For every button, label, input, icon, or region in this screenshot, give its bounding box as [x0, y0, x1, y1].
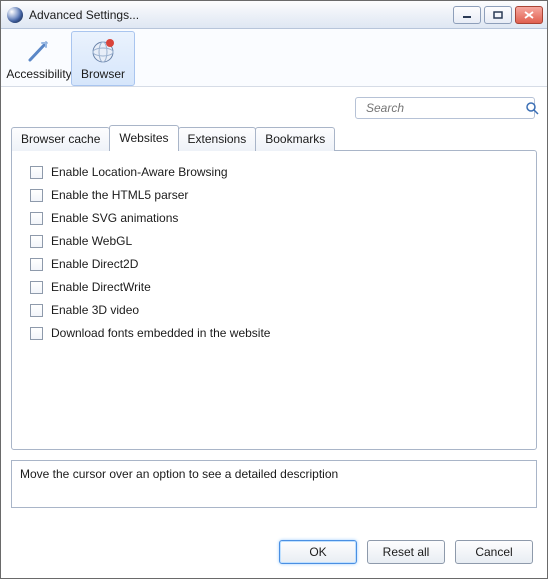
- category-accessibility-label: Accessibility: [6, 67, 71, 81]
- option-directwrite-label: Enable DirectWrite: [51, 280, 151, 294]
- reset-all-button-label: Reset all: [383, 545, 430, 559]
- option-svg-label: Enable SVG animations: [51, 211, 178, 225]
- tab-browser-cache-label: Browser cache: [21, 132, 100, 146]
- option-webgl[interactable]: Enable WebGL: [30, 234, 518, 248]
- close-button[interactable]: [515, 6, 543, 24]
- search-box[interactable]: [355, 97, 535, 119]
- checkbox[interactable]: [30, 281, 43, 294]
- minimize-icon: [462, 11, 472, 19]
- tab-panel-websites: Enable Location-Aware Browsing Enable th…: [11, 150, 537, 450]
- tab-websites[interactable]: Websites: [109, 125, 178, 151]
- description-box: Move the cursor over an option to see a …: [11, 460, 537, 508]
- option-direct2d[interactable]: Enable Direct2D: [30, 257, 518, 271]
- option-directwrite[interactable]: Enable DirectWrite: [30, 280, 518, 294]
- titlebar: Advanced Settings...: [1, 1, 547, 29]
- checkbox[interactable]: [30, 327, 43, 340]
- app-icon: [7, 7, 23, 23]
- ok-button-label: OK: [309, 545, 326, 559]
- search-row: [1, 87, 547, 125]
- option-3d-video-label: Enable 3D video: [51, 303, 139, 317]
- cancel-button-label: Cancel: [475, 545, 512, 559]
- category-accessibility[interactable]: Accessibility: [7, 31, 71, 86]
- option-3d-video[interactable]: Enable 3D video: [30, 303, 518, 317]
- tab-extensions-label: Extensions: [188, 132, 247, 146]
- cancel-button[interactable]: Cancel: [455, 540, 533, 564]
- maximize-button[interactable]: [484, 6, 512, 24]
- tabs-container: Browser cache Websites Extensions Bookma…: [1, 125, 547, 450]
- checkbox[interactable]: [30, 189, 43, 202]
- tab-extensions[interactable]: Extensions: [178, 127, 257, 151]
- checkbox[interactable]: [30, 166, 43, 179]
- category-browser-label: Browser: [81, 67, 125, 81]
- tabs-bar: Browser cache Websites Extensions Bookma…: [11, 125, 537, 151]
- option-webgl-label: Enable WebGL: [51, 234, 132, 248]
- accessibility-icon: [23, 35, 55, 66]
- reset-all-button[interactable]: Reset all: [367, 540, 445, 564]
- option-direct2d-label: Enable Direct2D: [51, 257, 138, 271]
- checkbox[interactable]: [30, 235, 43, 248]
- option-location[interactable]: Enable Location-Aware Browsing: [30, 165, 518, 179]
- ok-button[interactable]: OK: [279, 540, 357, 564]
- option-html5[interactable]: Enable the HTML5 parser: [30, 188, 518, 202]
- option-location-label: Enable Location-Aware Browsing: [51, 165, 228, 179]
- tab-bookmarks-label: Bookmarks: [265, 132, 325, 146]
- checkbox[interactable]: [30, 304, 43, 317]
- option-download-fonts-label: Download fonts embedded in the website: [51, 326, 270, 340]
- checkbox[interactable]: [30, 212, 43, 225]
- maximize-icon: [493, 11, 503, 19]
- minimize-button[interactable]: [453, 6, 481, 24]
- browser-icon: [87, 35, 119, 66]
- tab-bookmarks[interactable]: Bookmarks: [255, 127, 335, 151]
- description-text: Move the cursor over an option to see a …: [20, 467, 338, 481]
- search-input[interactable]: [364, 100, 525, 116]
- category-browser[interactable]: Browser: [71, 31, 135, 86]
- button-bar: OK Reset all Cancel: [1, 526, 547, 578]
- search-icon: [525, 101, 539, 115]
- tab-browser-cache[interactable]: Browser cache: [11, 127, 110, 151]
- category-toolbar: Accessibility Browser: [1, 29, 547, 87]
- option-svg[interactable]: Enable SVG animations: [30, 211, 518, 225]
- tab-websites-label: Websites: [119, 131, 168, 145]
- window-title: Advanced Settings...: [29, 8, 139, 22]
- close-icon: [524, 11, 534, 19]
- checkbox[interactable]: [30, 258, 43, 271]
- option-download-fonts[interactable]: Download fonts embedded in the website: [30, 326, 518, 340]
- option-html5-label: Enable the HTML5 parser: [51, 188, 188, 202]
